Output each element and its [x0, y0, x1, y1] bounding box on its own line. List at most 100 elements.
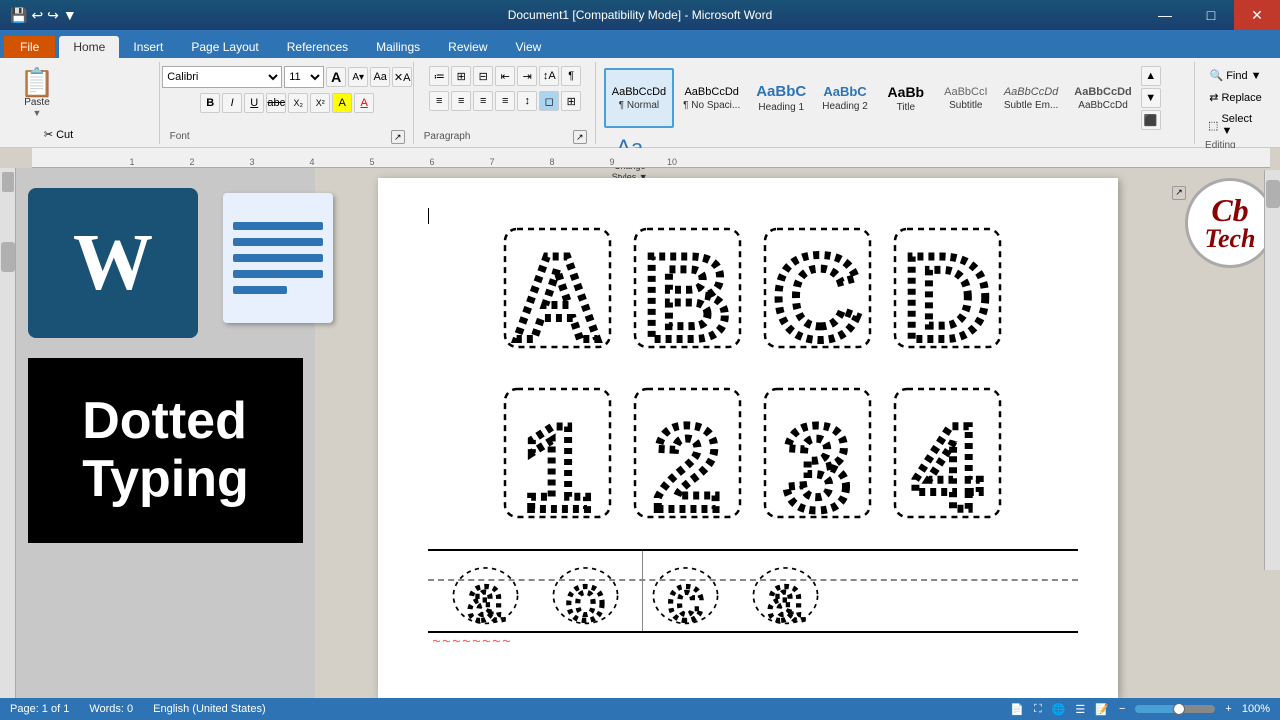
- tab-view[interactable]: View: [502, 36, 556, 58]
- cb-letter: Cb: [1204, 194, 1255, 226]
- left-scroll: [0, 168, 16, 720]
- superscript-button[interactable]: X²: [310, 93, 330, 113]
- style-heading1-button[interactable]: AaBbC Heading 1: [749, 68, 813, 128]
- style-subtle2-button[interactable]: AaBbCcDd AaBbCcDd: [1067, 68, 1138, 128]
- justify-button[interactable]: ≡: [495, 91, 515, 111]
- maximize-button[interactable]: □: [1188, 0, 1234, 30]
- close-button[interactable]: ✕: [1234, 0, 1280, 30]
- style-subtle2-preview: AaBbCcDd: [1074, 86, 1131, 98]
- vertical-divider: [642, 551, 643, 631]
- strikethrough-button[interactable]: abc: [266, 93, 286, 113]
- window-controls[interactable]: — □ ✕: [1142, 0, 1280, 30]
- tab-insert[interactable]: Insert: [119, 36, 177, 58]
- scroll-thumb[interactable]: [1, 242, 15, 272]
- replace-button[interactable]: ⇄ Replace: [1204, 88, 1267, 107]
- paste-button[interactable]: 📋 Paste ▼: [12, 66, 62, 121]
- customize-icon[interactable]: ▼: [63, 7, 77, 23]
- font-color-button[interactable]: A: [354, 93, 374, 113]
- letter-C-svg: C: [760, 224, 875, 354]
- borders-button[interactable]: ⊞: [561, 91, 581, 111]
- paste-dropdown[interactable]: ▼: [33, 108, 42, 118]
- font-group: Calibri 11 A A▾ Aa ✕A B I U abc X₂ X² A …: [162, 62, 414, 144]
- line-spacing-button[interactable]: ↕: [517, 91, 537, 111]
- tab-mailings[interactable]: Mailings: [362, 36, 434, 58]
- style-normal-button[interactable]: AaBbCcDd ¶ Normal: [604, 68, 674, 128]
- scrollbar-thumb[interactable]: [1266, 180, 1280, 208]
- ruler-mark: 4: [282, 157, 342, 167]
- font-size-select[interactable]: 11: [284, 66, 324, 88]
- minimize-button[interactable]: —: [1142, 0, 1188, 30]
- view-web-button[interactable]: 🌐: [1052, 703, 1066, 716]
- zoom-in-button[interactable]: +: [1225, 703, 1231, 715]
- show-hide-button[interactable]: ¶: [561, 66, 581, 86]
- paragraph-expand-button[interactable]: ↗: [573, 130, 587, 144]
- styles-more-button[interactable]: ⬛: [1141, 110, 1161, 130]
- view-draft-button[interactable]: 📝: [1095, 703, 1109, 716]
- subscript-button[interactable]: X₂: [288, 93, 308, 113]
- italic-button[interactable]: I: [222, 93, 242, 113]
- align-left-button[interactable]: ≡: [429, 91, 449, 111]
- style-nospace-button[interactable]: AaBbCcDd ¶ No Spaci...: [676, 68, 747, 128]
- font-family-select[interactable]: Calibri: [162, 66, 282, 88]
- ruler: 1 2 3 4 5 6 7 8 9 10: [32, 148, 1270, 168]
- decrease-indent-button[interactable]: ⇤: [495, 66, 515, 86]
- sort-button[interactable]: ↕A: [539, 66, 559, 86]
- svg-text:C: C: [774, 231, 861, 365]
- cb-tech-text: Cb Tech: [1204, 194, 1255, 252]
- page-info: Page: 1 of 1: [10, 703, 69, 715]
- bullets-button[interactable]: ≔: [429, 66, 449, 86]
- tab-home[interactable]: Home: [59, 36, 119, 58]
- vertical-scrollbar[interactable]: [1264, 170, 1280, 570]
- doc-line: [233, 238, 323, 246]
- view-print-button[interactable]: 📄: [1010, 703, 1024, 716]
- style-heading2-button[interactable]: AaBbC Heading 2: [815, 68, 875, 128]
- numbering-button[interactable]: ⊞: [451, 66, 471, 86]
- text-highlight-button[interactable]: A: [332, 93, 352, 113]
- change-case-button[interactable]: Aa: [370, 67, 390, 87]
- ruler-mark: 3: [222, 157, 282, 167]
- document-area[interactable]: A B C D 1: [315, 168, 1180, 720]
- language: English (United States): [153, 703, 266, 715]
- align-right-button[interactable]: ≡: [473, 91, 493, 111]
- word-logo: W: [28, 178, 303, 348]
- tab-references[interactable]: References: [273, 36, 362, 58]
- tab-review[interactable]: Review: [434, 36, 501, 58]
- clear-formatting-button[interactable]: ✕A: [392, 67, 412, 87]
- underline-button[interactable]: U: [244, 93, 264, 113]
- writing-lines: a o c a: [428, 549, 1078, 647]
- letter-D-svg: D: [890, 224, 1005, 354]
- tab-page-layout[interactable]: Page Layout: [177, 36, 272, 58]
- document[interactable]: A B C D 1: [378, 178, 1118, 698]
- style-subtle-em-button[interactable]: AaBbCcDd Subtle Em...: [997, 68, 1065, 128]
- undo-icon[interactable]: ↩: [31, 7, 43, 24]
- style-subtitle-button[interactable]: AaBbCcI Subtitle: [937, 68, 995, 128]
- find-button[interactable]: 🔍 Find ▼: [1204, 66, 1266, 85]
- small-letter-a-svg: a: [448, 561, 523, 626]
- font-expand-button[interactable]: ↗: [391, 130, 405, 144]
- shrink-font-button[interactable]: A▾: [348, 67, 368, 87]
- ruler-mark: 9: [582, 157, 642, 167]
- grow-font-button[interactable]: A: [326, 67, 346, 87]
- increase-indent-button[interactable]: ⇥: [517, 66, 537, 86]
- quick-access-toolbar[interactable]: 💾 ↩ ↪ ▼: [10, 7, 77, 24]
- svg-text:B: B: [644, 231, 731, 365]
- view-fullscreen-button[interactable]: ⛶: [1034, 703, 1042, 716]
- zoom-out-button[interactable]: −: [1119, 703, 1125, 715]
- style-title-button[interactable]: AaBb Title: [877, 68, 935, 128]
- cut-button[interactable]: ✂ Cut: [12, 125, 105, 144]
- select-button[interactable]: ⬚ Select ▼: [1203, 110, 1268, 140]
- styles-scroll-down-button[interactable]: ▼: [1141, 88, 1161, 108]
- view-outline-button[interactable]: ☰: [1075, 703, 1085, 716]
- shading-button[interactable]: ◻: [539, 91, 559, 111]
- bold-button[interactable]: B: [200, 93, 220, 113]
- zoom-slider[interactable]: [1135, 705, 1215, 713]
- tab-file[interactable]: File: [4, 36, 55, 58]
- styles-scroll-up-button[interactable]: ▲: [1141, 66, 1161, 86]
- save-icon[interactable]: 💾: [10, 7, 27, 24]
- number-3-svg: 3: [760, 384, 875, 524]
- redo-icon[interactable]: ↪: [47, 7, 59, 24]
- replace-icon: ⇄: [1209, 91, 1218, 104]
- multilevel-button[interactable]: ⊟: [473, 66, 493, 86]
- center-button[interactable]: ≡: [451, 91, 471, 111]
- number-4-svg: 4: [890, 384, 1005, 524]
